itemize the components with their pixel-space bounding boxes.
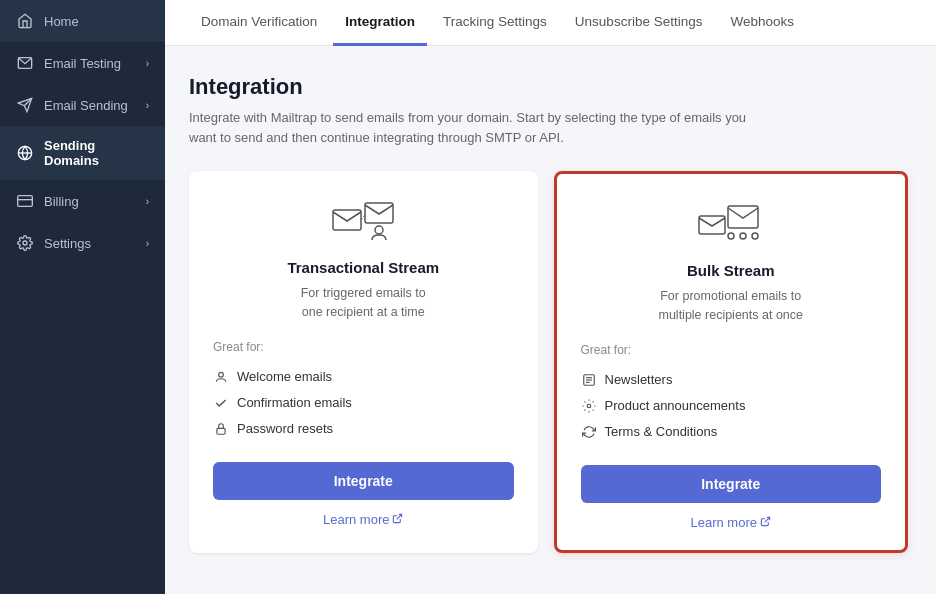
chevron-icon: › [146, 238, 149, 249]
svg-line-33 [765, 517, 770, 522]
chevron-icon: › [146, 196, 149, 207]
svg-point-12 [219, 372, 224, 377]
svg-rect-9 [365, 203, 393, 223]
transactional-great-for-label: Great for: [213, 340, 264, 354]
svg-point-24 [587, 404, 591, 408]
sidebar-item-home[interactable]: Home [0, 0, 165, 42]
email-sending-icon [16, 96, 34, 114]
feature-item-newsletters: Newsletters [581, 367, 882, 393]
tab-webhooks[interactable]: Webhooks [718, 0, 806, 46]
list-icon [581, 372, 597, 388]
svg-line-27 [584, 401, 585, 402]
check-icon [213, 395, 229, 411]
svg-point-18 [740, 233, 746, 239]
svg-rect-5 [18, 196, 33, 207]
bulk-learn-more-link[interactable]: Learn more [691, 515, 771, 530]
sidebar-item-settings[interactable]: Settings › [0, 222, 165, 264]
stream-cards-container: Transactional Stream For triggered email… [189, 171, 908, 553]
feature-text: Password resets [237, 421, 333, 436]
settings-icon [16, 234, 34, 252]
svg-rect-15 [699, 216, 725, 234]
feature-text: Product announcements [605, 398, 746, 413]
announcement-icon [581, 398, 597, 414]
sidebar-item-sending-domains[interactable]: Sending Domains [0, 126, 165, 180]
feature-text: Newsletters [605, 372, 673, 387]
transactional-stream-card: Transactional Stream For triggered email… [189, 171, 538, 553]
sidebar-item-label: Home [44, 14, 79, 29]
sidebar-item-label: Email Sending [44, 98, 128, 113]
tab-domain-verification[interactable]: Domain Verification [189, 0, 329, 46]
main-content: Domain Verification Integration Tracking… [165, 0, 936, 594]
transactional-card-subtitle: For triggered emails toone recipient at … [301, 284, 426, 322]
billing-icon [16, 192, 34, 210]
content-area: Integration Integrate with Mailtrap to s… [165, 46, 936, 594]
transactional-learn-more-link[interactable]: Learn more [323, 512, 403, 527]
feature-item-confirmation: Confirmation emails [213, 390, 514, 416]
bulk-card-title: Bulk Stream [687, 262, 775, 279]
globe-icon [16, 144, 34, 162]
svg-point-10 [375, 226, 383, 234]
bulk-icon [696, 198, 766, 248]
transactional-card-title: Transactional Stream [287, 259, 439, 276]
page-title: Integration [189, 74, 908, 100]
feature-item-welcome: Welcome emails [213, 364, 514, 390]
bulk-integrate-button[interactable]: Integrate [581, 465, 882, 503]
email-testing-icon [16, 54, 34, 72]
user-icon [213, 369, 229, 385]
external-link-icon [760, 516, 771, 529]
feature-item-password: Password resets [213, 416, 514, 442]
sidebar: Home Email Testing › Email Sending › Sen… [0, 0, 165, 594]
transactional-integrate-button[interactable]: Integrate [213, 462, 514, 500]
svg-point-19 [752, 233, 758, 239]
tab-tracking-settings[interactable]: Tracking Settings [431, 0, 559, 46]
feature-text: Welcome emails [237, 369, 332, 384]
tab-integration[interactable]: Integration [333, 0, 427, 46]
sidebar-item-label: Email Testing [44, 56, 121, 71]
svg-line-28 [592, 409, 593, 410]
feature-text: Confirmation emails [237, 395, 352, 410]
svg-rect-13 [217, 428, 225, 434]
sidebar-item-email-sending[interactable]: Email Sending › [0, 84, 165, 126]
transactional-icon [328, 195, 398, 245]
refresh-icon [581, 424, 597, 440]
svg-line-32 [592, 401, 593, 402]
transactional-feature-list: Welcome emails Confirmation emails Passw… [213, 364, 514, 442]
chevron-icon: › [146, 58, 149, 69]
sidebar-item-email-testing[interactable]: Email Testing › [0, 42, 165, 84]
bulk-card-subtitle: For promotional emails tomultiple recipi… [658, 287, 803, 325]
tab-bar: Domain Verification Integration Tracking… [165, 0, 936, 46]
bulk-feature-list: Newsletters Product announcements Terms … [581, 367, 882, 445]
sidebar-item-label: Sending Domains [44, 138, 149, 168]
svg-rect-16 [728, 206, 758, 228]
svg-line-31 [584, 409, 585, 410]
sidebar-item-billing[interactable]: Billing › [0, 180, 165, 222]
lock-icon [213, 421, 229, 437]
sidebar-item-label: Settings [44, 236, 91, 251]
svg-point-7 [23, 241, 27, 245]
svg-rect-8 [333, 210, 361, 230]
feature-text: Terms & Conditions [605, 424, 718, 439]
sidebar-item-label: Billing [44, 194, 79, 209]
home-icon [16, 12, 34, 30]
external-link-icon [392, 513, 403, 526]
bulk-stream-card: Bulk Stream For promotional emails tomul… [554, 171, 909, 553]
chevron-icon: › [146, 100, 149, 111]
svg-line-14 [397, 514, 402, 519]
svg-point-17 [728, 233, 734, 239]
page-description: Integrate with Mailtrap to send emails f… [189, 108, 769, 147]
tab-unsubscribe-settings[interactable]: Unsubscribe Settings [563, 0, 715, 46]
bulk-great-for-label: Great for: [581, 343, 632, 357]
feature-item-announcements: Product announcements [581, 393, 882, 419]
feature-item-terms: Terms & Conditions [581, 419, 882, 445]
